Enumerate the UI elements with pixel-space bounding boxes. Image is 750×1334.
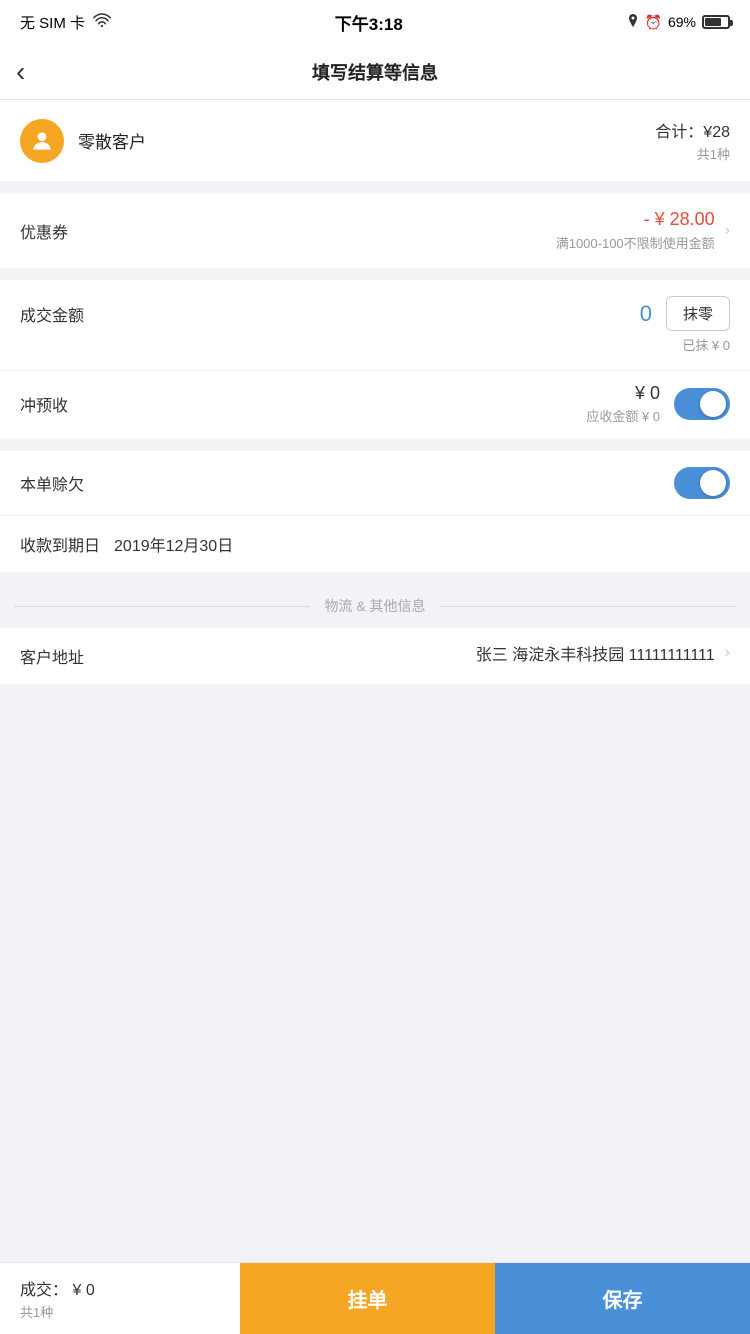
coupon-row[interactable]: 优惠券 - ¥ 28.00 满1000-100不限制使用金额 › bbox=[0, 193, 750, 268]
prepay-row: 冲预收 ¥ 0 应收金额 ¥ 0 bbox=[0, 370, 750, 439]
coupon-value: - ¥ 28.00 bbox=[556, 209, 715, 230]
total-count: 共1种 bbox=[655, 144, 730, 163]
duedate-row: 收款到期日 2019年12月30日 bbox=[0, 515, 750, 572]
amount-sub: 已抹 ¥ 0 bbox=[20, 335, 730, 362]
wifi-icon bbox=[93, 13, 111, 31]
prepay-amount-block: ¥ 0 应收金额 ¥ 0 bbox=[586, 383, 660, 425]
sim-text: 无 SIM 卡 bbox=[20, 12, 85, 33]
prepay-label: 冲预收 bbox=[20, 392, 68, 416]
duedate-label: 收款到期日 bbox=[20, 532, 100, 556]
toggle-knob bbox=[700, 391, 726, 417]
status-time: 下午3:18 bbox=[335, 10, 403, 35]
amount-right: 0 抹零 bbox=[640, 296, 730, 331]
divider-1 bbox=[0, 181, 750, 193]
back-button[interactable]: ‹ bbox=[16, 58, 25, 86]
bottom-summary: 成交： ¥ 0 共1种 bbox=[0, 1263, 240, 1334]
back-icon: ‹ bbox=[16, 58, 25, 86]
debt-label: 本单赊欠 bbox=[20, 471, 84, 495]
address-section[interactable]: 客户地址 张三 海淀永丰科技园 11111111111 › bbox=[0, 628, 750, 684]
bottom-bar: 成交： ¥ 0 共1种 挂单 保存 bbox=[0, 1262, 750, 1334]
deal-label: 成交： bbox=[20, 1282, 68, 1299]
debt-toggle-knob bbox=[700, 470, 726, 496]
divider-3 bbox=[0, 439, 750, 451]
bottom-count: 共1种 bbox=[20, 1302, 220, 1321]
logistics-line-right bbox=[440, 606, 736, 607]
address-value: 张三 海淀永丰科技园 11111111111 bbox=[94, 644, 715, 668]
logistics-line-left bbox=[14, 606, 310, 607]
debt-row: 本单赊欠 bbox=[0, 451, 750, 515]
amount-top: 成交金额 0 抹零 bbox=[20, 296, 730, 331]
empty-space bbox=[0, 684, 750, 944]
alarm-icon: ⏰ bbox=[645, 14, 662, 31]
hang-button[interactable]: 挂单 bbox=[240, 1263, 495, 1334]
logistics-label: 物流 & 其他信息 bbox=[324, 596, 425, 616]
duedate-value: 2019年12月30日 bbox=[114, 532, 233, 556]
transaction-section: 成交金额 0 抹零 已抹 ¥ 0 冲预收 ¥ 0 应收金额 ¥ 0 bbox=[0, 280, 750, 439]
coupon-right: - ¥ 28.00 满1000-100不限制使用金额 › bbox=[556, 209, 730, 252]
prepay-right: ¥ 0 应收金额 ¥ 0 bbox=[586, 383, 730, 425]
coupon-chevron: › bbox=[725, 222, 730, 240]
divider-2 bbox=[0, 268, 750, 280]
coupon-value-block: - ¥ 28.00 满1000-100不限制使用金额 bbox=[556, 209, 715, 252]
prepay-sub: 应收金额 ¥ 0 bbox=[586, 406, 660, 425]
deal-value: ¥ 0 bbox=[72, 1282, 94, 1299]
coupon-sub: 满1000-100不限制使用金额 bbox=[556, 233, 715, 252]
status-left: 无 SIM 卡 bbox=[20, 12, 111, 33]
duedate-inner: 收款到期日 2019年12月30日 bbox=[20, 532, 730, 556]
amount-label: 成交金额 bbox=[20, 302, 84, 326]
total-amount: 合计：¥28 bbox=[655, 118, 730, 142]
address-row[interactable]: 客户地址 张三 海淀永丰科技园 11111111111 › bbox=[0, 628, 750, 684]
battery-icon bbox=[702, 15, 730, 29]
customer-left: 零散客户 bbox=[20, 119, 146, 163]
customer-row: 零散客户 合计：¥28 共1种 bbox=[0, 100, 750, 181]
bottom-deal: 成交： ¥ 0 bbox=[20, 1276, 220, 1300]
amount-row: 成交金额 0 抹零 已抹 ¥ 0 bbox=[0, 280, 750, 370]
status-right: ⏰ 69% bbox=[627, 14, 730, 31]
round-button[interactable]: 抹零 bbox=[666, 296, 730, 331]
customer-name: 零散客户 bbox=[78, 128, 146, 153]
address-chevron: › bbox=[725, 644, 730, 662]
location-icon bbox=[627, 14, 639, 31]
address-label: 客户地址 bbox=[20, 644, 84, 668]
page-title: 填写结算等信息 bbox=[312, 59, 438, 85]
nav-bar: ‹ 填写结算等信息 bbox=[0, 44, 750, 100]
logistics-divider: 物流 & 其他信息 bbox=[0, 584, 750, 628]
avatar bbox=[20, 119, 64, 163]
save-button[interactable]: 保存 bbox=[495, 1263, 750, 1334]
customer-right: 合计：¥28 共1种 bbox=[655, 118, 730, 163]
status-bar: 无 SIM 卡 下午3:18 ⏰ 69% bbox=[0, 0, 750, 44]
coupon-section[interactable]: 优惠券 - ¥ 28.00 满1000-100不限制使用金额 › bbox=[0, 193, 750, 268]
coupon-label: 优惠券 bbox=[20, 219, 68, 243]
debt-toggle[interactable] bbox=[674, 467, 730, 499]
amount-value[interactable]: 0 bbox=[640, 301, 652, 327]
customer-section: 零散客户 合计：¥28 共1种 bbox=[0, 100, 750, 181]
prepay-amount: ¥ 0 bbox=[586, 383, 660, 404]
debt-section: 本单赊欠 收款到期日 2019年12月30日 bbox=[0, 451, 750, 572]
battery-percent: 69% bbox=[668, 14, 696, 30]
divider-4 bbox=[0, 572, 750, 584]
prepay-toggle[interactable] bbox=[674, 388, 730, 420]
